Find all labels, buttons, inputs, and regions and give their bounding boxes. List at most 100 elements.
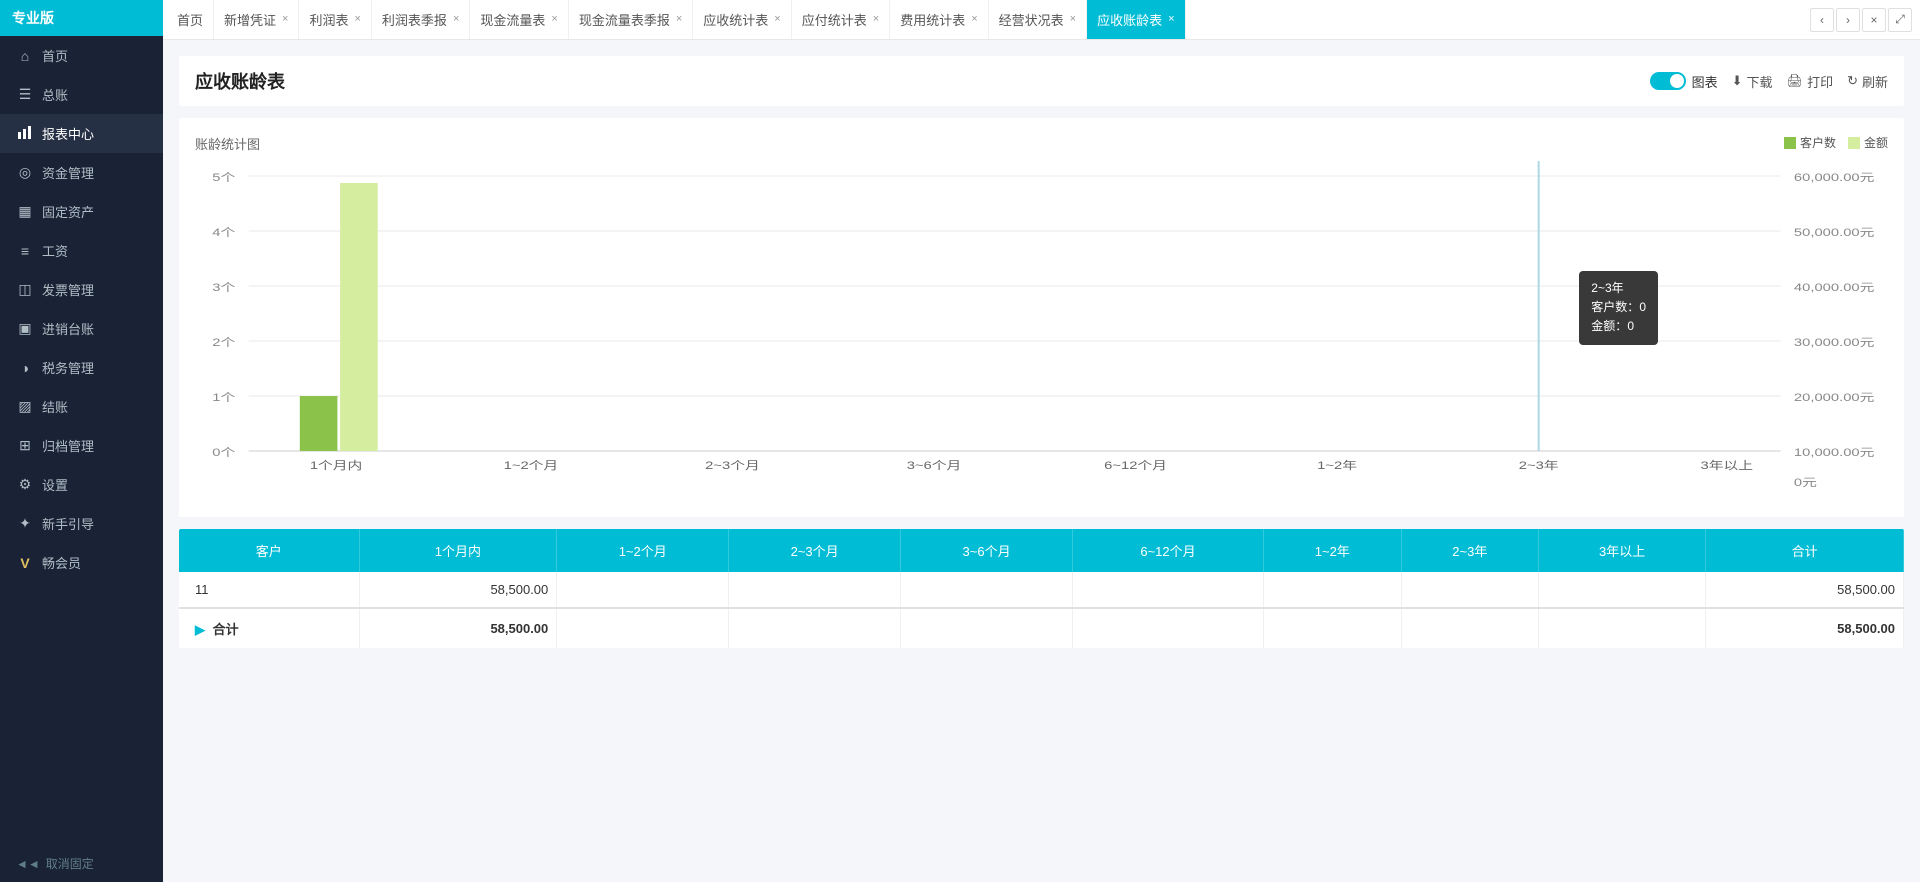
legend-customer: 客户数 [1784,134,1836,151]
col-header-customer: 客户 [179,529,359,572]
tab-profit-close[interactable]: × [354,14,360,25]
tab-cashflow-quarterly-close[interactable]: × [676,14,682,25]
sidebar-item-reports[interactable]: 报表中心 [0,114,163,153]
chart-area: 5个 4个 3个 2个 1个 0个 [195,161,1888,501]
refresh-label: 刷新 [1862,72,1888,91]
cell-y12 [1264,572,1402,608]
sidebar-item-invoice[interactable]: ◫ 发票管理 [0,270,163,309]
legend-customer-label: 客户数 [1800,134,1836,151]
tab-ap-stats-close[interactable]: × [873,14,879,25]
sidebar-item-settings[interactable]: ⚙ 设置 [0,465,163,504]
sidebar-item-ledger[interactable]: ☰ 总账 [0,75,163,114]
cell-m23 [729,572,901,608]
vip-icon: V [16,555,34,571]
chart-toggle[interactable]: 图表 [1650,72,1718,91]
col-header-m12: 1~2个月 [557,529,729,572]
sidebar-item-label: 畅会员 [42,553,81,572]
unpin-icon: ◄◄ [16,857,40,871]
svg-text:2~3年: 2~3年 [1519,459,1559,472]
svg-text:20,000.00元: 20,000.00元 [1794,391,1874,404]
svg-text:4个: 4个 [212,226,235,239]
tab-profit-quarterly-close[interactable]: × [453,14,459,25]
inventory-icon: ▣ [16,320,34,337]
tab-business-status-close[interactable]: × [1070,14,1076,25]
page-title: 应收账龄表 [195,68,1650,94]
tab-ar-stats[interactable]: 应收统计表 × [693,0,791,40]
tab-home[interactable]: 首页 [167,0,214,40]
svg-text:1~2个月: 1~2个月 [504,459,559,472]
svg-text:5个: 5个 [212,171,235,184]
tab-profit[interactable]: 利润表 × [299,0,371,40]
home-icon: ⌂ [16,48,34,64]
sidebar-item-label: 报表中心 [42,124,94,143]
tab-voucher-close[interactable]: × [282,14,288,25]
sidebar-item-label: 发票管理 [42,280,94,299]
sidebar-item-label: 工资 [42,241,68,260]
sidebar-item-vip[interactable]: V 畅会员 [0,543,163,582]
tab-ar-aging[interactable]: 应收账龄表 × [1087,0,1185,40]
tab-ap-stats[interactable]: 应付统计表 × [792,0,890,40]
download-icon: ⬇ [1732,73,1743,89]
legend-amount-label: 金额 [1864,134,1888,151]
tab-business-status[interactable]: 经营状况表 × [989,0,1087,40]
print-icon: 🖨 [1787,73,1804,89]
unpin-label: 取消固定 [46,855,94,872]
sidebar-item-home[interactable]: ⌂ 首页 [0,36,163,75]
tab-voucher[interactable]: 新增凭证 × [214,0,299,40]
tab-scroll-left[interactable]: ‹ [1810,8,1834,32]
svg-text:50,000.00元: 50,000.00元 [1794,226,1874,239]
sidebar-item-salary[interactable]: ≡ 工资 [0,231,163,270]
tab-cashflow[interactable]: 现金流量表 × [470,0,568,40]
cell-m1: 58,500.00 [359,572,557,608]
sidebar-item-close[interactable]: ▨ 结账 [0,387,163,426]
footer-label-text: 合计 [213,622,239,637]
unpin-button[interactable]: ◄◄ 取消固定 [0,845,163,882]
sidebar-item-label: 首页 [42,46,68,65]
app-logo: 专业版 [0,0,163,36]
tab-profit-quarterly[interactable]: 利润表季报 × [372,0,470,40]
tab-close-all[interactable]: × [1862,8,1886,32]
sidebar-item-label: 进销台账 [42,319,94,338]
print-button[interactable]: 🖨 打印 [1787,72,1834,91]
tab-voucher-label: 新增凭证 [224,10,276,29]
download-button[interactable]: ⬇ 下载 [1732,72,1773,91]
refresh-icon: ↻ [1847,73,1858,89]
svg-text:3年以上: 3年以上 [1701,459,1754,472]
tab-cashflow-quarterly[interactable]: 现金流量表季报 × [569,0,693,40]
cell-m36 [901,572,1073,608]
chart-legend: 客户数 金额 [1784,134,1888,151]
aging-table: 客户 1个月内 1~2个月 2~3个月 3~6个月 6~12个月 1~2年 2~… [179,529,1904,648]
sidebar-item-tax[interactable]: ◑ 税务管理 [0,348,163,387]
legend-amount-dot [1848,137,1860,149]
sidebar-item-funds[interactable]: ◎ 资金管理 [0,153,163,192]
tab-ar-aging-close[interactable]: × [1168,14,1174,25]
col-header-y23: 2~3年 [1401,529,1539,572]
toggle-track[interactable] [1650,72,1686,90]
tab-cashflow-close[interactable]: × [551,14,557,25]
tab-fullscreen[interactable]: ⤢ [1888,8,1912,32]
sidebar-item-inventory[interactable]: ▣ 进销台账 [0,309,163,348]
sidebar-item-archive[interactable]: ⊞ 归档管理 [0,426,163,465]
sidebar-item-label: 资金管理 [42,163,94,182]
footer-m23 [729,608,901,648]
footer-label: ▶ 合计 [179,608,359,648]
tab-ar-stats-close[interactable]: × [774,14,780,25]
sidebar-item-assets[interactable]: ▦ 固定资产 [0,192,163,231]
tab-expense-stats-close[interactable]: × [971,14,977,25]
svg-text:0个: 0个 [212,446,235,459]
guide-icon: ✦ [16,515,34,532]
col-header-total: 合计 [1706,529,1904,572]
page-header: 应收账龄表 图表 ⬇ 下载 🖨 打印 ↻ 刷新 [179,56,1904,106]
table-row: 11 58,500.00 58,500.00 [179,572,1904,608]
svg-text:40,000.00元: 40,000.00元 [1794,281,1874,294]
tab-scroll-right[interactable]: › [1836,8,1860,32]
toggle-label: 图表 [1692,72,1718,91]
tab-expense-stats[interactable]: 费用统计表 × [890,0,988,40]
sidebar-item-label: 总账 [42,85,68,104]
svg-text:2~3个月: 2~3个月 [705,459,760,472]
reports-icon [16,124,34,143]
sidebar-item-guide[interactable]: ✦ 新手引导 [0,504,163,543]
refresh-button[interactable]: ↻ 刷新 [1847,72,1888,91]
close-accounts-icon: ▨ [16,398,34,415]
bar-1m-amount [340,183,378,451]
